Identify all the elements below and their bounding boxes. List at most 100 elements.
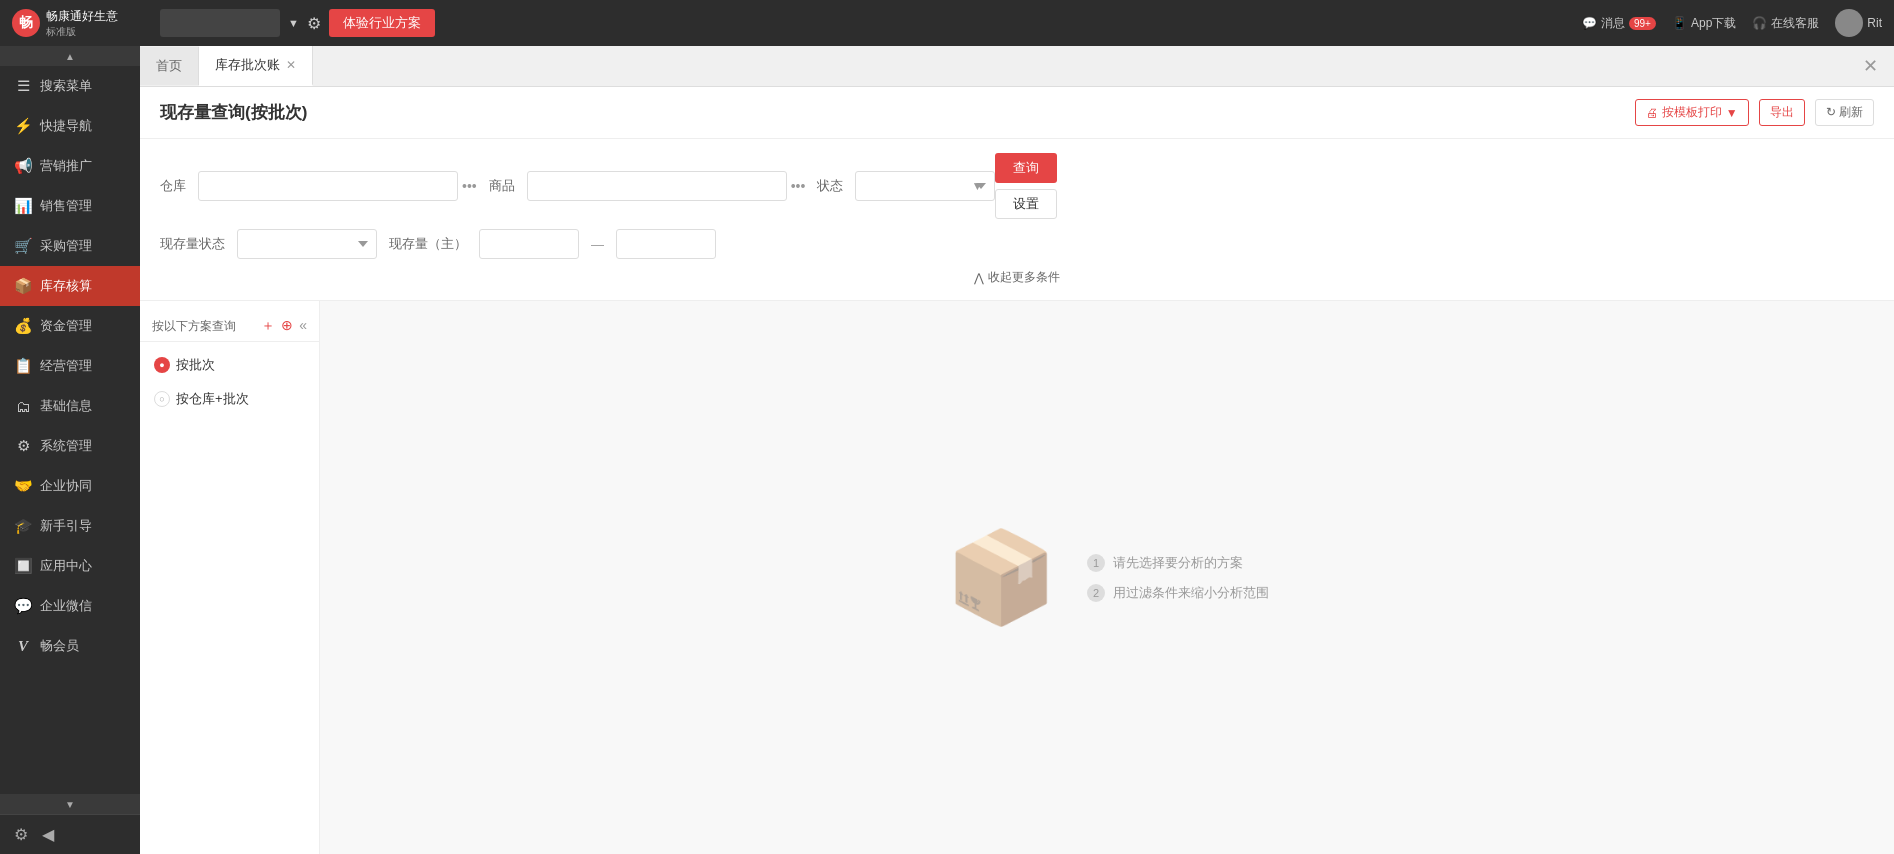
sidebar-label-basic: 基础信息 — [40, 397, 92, 415]
sidebar-bottom: ⚙ ◀ — [0, 814, 140, 854]
header-settings-icon[interactable]: ⚙ — [307, 14, 321, 33]
scheme-active-dot: ● — [154, 357, 170, 373]
hint-number-2: 2 — [1087, 584, 1105, 602]
tab-close-icon[interactable]: ✕ — [286, 58, 296, 72]
filter-panel: 仓库 ••• 商品 ••• 状态 ▼ 查询 — [140, 139, 1894, 301]
sidebar: ▲ ☰ 搜索菜单 ⚡ 快捷导航 📢 营销推广 📊 销售管理 🛒 采购管理 — [0, 46, 140, 854]
filter-actions: 查询 设置 — [995, 153, 1057, 219]
content-area: 首页 库存批次账 ✕ ✕ 现存量查询(按批次) 🖨 按模板打印 ▼ 导出 ↻ — [140, 46, 1894, 854]
wechat-icon: 💬 — [14, 597, 32, 615]
sidebar-label-finance: 资金管理 — [40, 317, 92, 335]
sidebar-label-member: 畅会员 — [40, 637, 79, 655]
sidebar-item-marketing[interactable]: 📢 营销推广 — [0, 146, 140, 186]
sidebar-scroll-up[interactable]: ▲ — [0, 46, 140, 66]
goods-more-icon[interactable]: ••• — [791, 178, 806, 194]
app-download-action[interactable]: 📱 App下载 — [1672, 15, 1736, 32]
avatar — [1835, 9, 1863, 37]
user-action[interactable]: Rit — [1835, 9, 1882, 37]
sidebar-label-marketing: 营销推广 — [40, 157, 92, 175]
sidebar-item-system[interactable]: ⚙ 系统管理 — [0, 426, 140, 466]
sidebar-item-purchase[interactable]: 🛒 采购管理 — [0, 226, 140, 266]
scheme-item-batch[interactable]: ● 按批次 — [140, 348, 319, 382]
tab-inventory-batch[interactable]: 库存批次账 ✕ — [199, 46, 313, 86]
sales-icon: 📊 — [14, 197, 32, 215]
add-scheme-icon[interactable]: ＋ — [261, 317, 275, 335]
tab-home-label: 首页 — [156, 57, 182, 75]
sidebar-item-newbie[interactable]: 🎓 新手引导 — [0, 506, 140, 546]
refresh-button[interactable]: ↻ 刷新 — [1815, 99, 1874, 126]
finance-icon: 💰 — [14, 317, 32, 335]
collapse-button[interactable]: ⋀ 收起更多条件 — [974, 269, 1060, 286]
sidebar-item-finance[interactable]: 💰 资金管理 — [0, 306, 140, 346]
panel-close-icon[interactable]: ✕ — [1863, 55, 1894, 77]
shortcut-icon: ⚡ — [14, 117, 32, 135]
empty-hint-2: 2 用过滤条件来缩小分析范围 — [1087, 584, 1269, 602]
warehouse-input[interactable] — [198, 171, 458, 201]
sidebar-label-inventory: 库存核算 — [40, 277, 92, 295]
sidebar-item-sales[interactable]: 📊 销售管理 — [0, 186, 140, 226]
collapse-up-icon: ⋀ — [974, 271, 984, 285]
purchase-icon: 🛒 — [14, 237, 32, 255]
sidebar-label-purchase: 采购管理 — [40, 237, 92, 255]
scheme-settings-icon[interactable]: ⊕ — [281, 317, 293, 335]
sidebar-settings-icon[interactable]: ⚙ — [14, 825, 28, 844]
stock-status-select[interactable] — [237, 229, 377, 259]
scheme-batch-label: 按批次 — [176, 356, 215, 374]
sidebar-item-wechat[interactable]: 💬 企业微信 — [0, 586, 140, 626]
tab-home[interactable]: 首页 — [140, 47, 199, 85]
stock-status-label: 现存量状态 — [160, 235, 225, 253]
scheme-item-warehouse-batch[interactable]: ○ 按仓库+批次 — [140, 382, 319, 416]
sidebar-label-search: 搜索菜单 — [40, 77, 92, 95]
online-service-action[interactable]: 🎧 在线客服 — [1752, 15, 1819, 32]
sidebar-item-appstore[interactable]: 🔲 应用中心 — [0, 546, 140, 586]
sidebar-item-operation[interactable]: 📋 经营管理 — [0, 346, 140, 386]
enterprise-icon: 🤝 — [14, 477, 32, 495]
messages-label: 消息 — [1601, 15, 1625, 32]
message-icon: 💬 — [1582, 16, 1597, 30]
collapse-left-icon[interactable]: « — [299, 317, 307, 335]
export-button[interactable]: 导出 — [1759, 99, 1805, 126]
sidebar-item-search[interactable]: ☰ 搜索菜单 — [0, 66, 140, 106]
stock-qty-label: 现存量（主） — [389, 235, 467, 253]
sidebar-collapse-icon[interactable]: ◀ — [42, 825, 54, 844]
stock-qty-to-input[interactable] — [616, 229, 716, 259]
online-service-label: 在线客服 — [1771, 15, 1819, 32]
query-button[interactable]: 查询 — [995, 153, 1057, 183]
warehouse-more-icon[interactable]: ••• — [462, 178, 477, 194]
hint-number-1: 1 — [1087, 554, 1105, 572]
search-input[interactable] — [160, 9, 280, 37]
collapse-row: ⋀ 收起更多条件 — [160, 269, 1874, 286]
sidebar-scroll-down[interactable]: ▼ — [0, 794, 140, 814]
page-actions: 🖨 按模板打印 ▼ 导出 ↻ 刷新 — [1635, 99, 1874, 126]
print-button[interactable]: 🖨 按模板打印 ▼ — [1635, 99, 1749, 126]
stock-qty-from-input[interactable] — [479, 229, 579, 259]
sidebar-item-enterprise[interactable]: 🤝 企业协同 — [0, 466, 140, 506]
messages-action[interactable]: 💬 消息 99+ — [1582, 15, 1656, 32]
sidebar-label-appstore: 应用中心 — [40, 557, 92, 575]
warehouse-label: 仓库 — [160, 177, 186, 195]
sidebar-item-member[interactable]: V 畅会员 — [0, 626, 140, 666]
logo-icon: 畅 — [12, 9, 40, 37]
tab-inventory-batch-label: 库存批次账 — [215, 56, 280, 74]
refresh-icon: ↻ — [1826, 105, 1836, 119]
goods-input[interactable] — [527, 171, 787, 201]
print-dropdown-icon[interactable]: ▼ — [1726, 106, 1738, 120]
header-dropdown[interactable]: ▼ — [288, 17, 299, 29]
main-layout: ▲ ☰ 搜索菜单 ⚡ 快捷导航 📢 营销推广 📊 销售管理 🛒 采购管理 — [0, 46, 1894, 854]
page-title: 现存量查询(按批次) — [160, 101, 307, 124]
messages-badge: 99+ — [1629, 17, 1656, 30]
goods-label: 商品 — [489, 177, 515, 195]
member-icon: V — [14, 638, 32, 655]
status-label: 状态 — [817, 177, 843, 195]
sidebar-item-shortcut[interactable]: ⚡ 快捷导航 — [0, 106, 140, 146]
trial-button[interactable]: 体验行业方案 — [329, 9, 435, 37]
sidebar-label-shortcut: 快捷导航 — [40, 117, 92, 135]
settings-button[interactable]: 设置 — [995, 189, 1057, 219]
sidebar-label-operation: 经营管理 — [40, 357, 92, 375]
status-select[interactable] — [855, 171, 995, 201]
empty-illustration: 📦 — [945, 525, 1057, 630]
sidebar-item-basic[interactable]: 🗂 基础信息 — [0, 386, 140, 426]
scheme-inactive-dot: ○ — [154, 391, 170, 407]
header-right: 💬 消息 99+ 📱 App下载 🎧 在线客服 Rit — [1582, 9, 1882, 37]
sidebar-item-inventory[interactable]: 📦 库存核算 — [0, 266, 140, 306]
